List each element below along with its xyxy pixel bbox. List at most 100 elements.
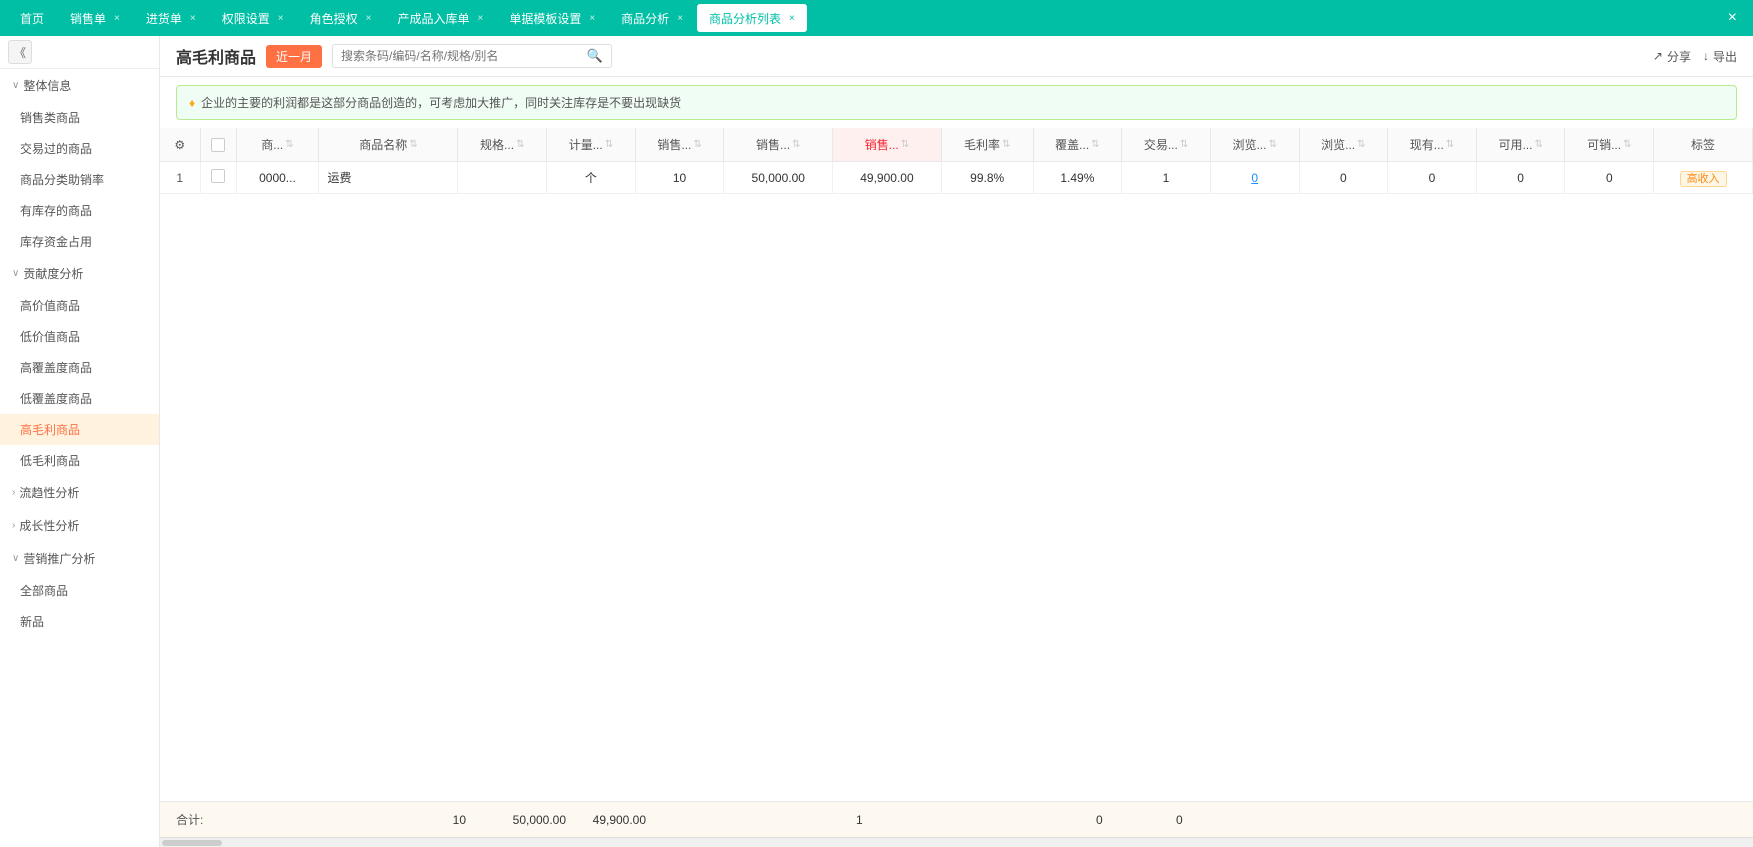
sidebar-item-sales-goods[interactable]: 销售类商品: [0, 102, 159, 133]
cell-available-stock: 0: [1476, 162, 1565, 194]
col-name: 商品名称 ⇅: [319, 128, 458, 162]
sidebar-item-low-margin[interactable]: 低毛利商品: [0, 445, 159, 476]
sort-icon[interactable]: ⇅: [409, 139, 417, 150]
nav-product-analysis[interactable]: 商品分析 ×: [609, 4, 695, 32]
sort-icon[interactable]: ⇅: [901, 139, 909, 150]
sort-icon[interactable]: ⇅: [285, 139, 293, 150]
nav-home[interactable]: 首页: [8, 4, 56, 32]
cell-checkbox[interactable]: [200, 162, 236, 194]
expand-icon: ∨: [12, 80, 19, 91]
cell-current-stock: 0: [1388, 162, 1477, 194]
nav-role-auth[interactable]: 角色授权 ×: [298, 4, 384, 32]
close-icon[interactable]: ×: [278, 13, 284, 24]
cell-margin-rate: 99.8%: [941, 162, 1033, 194]
sidebar-item-traded-goods[interactable]: 交易过的商品: [0, 133, 159, 164]
page-title: 高毛利商品: [176, 44, 256, 68]
cell-coverage: 1.49%: [1033, 162, 1122, 194]
col-index: ⚙: [160, 128, 200, 162]
sidebar-item-low-value[interactable]: 低价值商品: [0, 321, 159, 352]
sort-icon[interactable]: ⇅: [1002, 139, 1010, 150]
table-container[interactable]: ⚙ 商... ⇅ 商品名称: [160, 128, 1753, 801]
close-icon[interactable]: ×: [789, 13, 795, 24]
nav-product-inbound[interactable]: 产成品入库单 ×: [385, 4, 495, 32]
scrollbar-thumb[interactable]: [162, 840, 222, 846]
footer-spacer2: [659, 813, 739, 827]
sort-icon[interactable]: ⇅: [1623, 139, 1631, 150]
search-input[interactable]: [341, 49, 583, 63]
close-all-button[interactable]: ×: [1720, 9, 1745, 27]
sidebar: 《 ∨ 整体信息 销售类商品 交易过的商品 商品分类助销率 有库存的商品 库存资…: [0, 36, 160, 847]
footer-transaction: 1: [819, 813, 899, 827]
col-tag: 标签: [1654, 128, 1753, 162]
col-coverage: 覆盖... ⇅: [1033, 128, 1122, 162]
horizontal-scrollbar[interactable]: [160, 837, 1753, 847]
nav-product-analysis-list[interactable]: 商品分析列表 ×: [697, 4, 807, 32]
sidebar-group-contribution[interactable]: ∨ 贡献度分析: [0, 257, 159, 290]
expand-icon: ›: [12, 487, 15, 498]
cell-index: 1: [160, 162, 200, 194]
close-icon[interactable]: ×: [190, 13, 196, 24]
nav-sales[interactable]: 销售单 ×: [58, 4, 132, 32]
sidebar-group-marketing[interactable]: ∨ 营销推广分析: [0, 542, 159, 575]
export-button[interactable]: ↓ 导出: [1703, 48, 1737, 65]
col-sellable: 可销... ⇅: [1565, 128, 1654, 162]
sidebar-group-growth[interactable]: › 成长性分析: [0, 509, 159, 542]
sidebar-item-stock-capital[interactable]: 库存资金占用: [0, 226, 159, 257]
sidebar-item-high-margin[interactable]: 高毛利商品: [0, 414, 159, 445]
nav-purchase[interactable]: 进货单 ×: [134, 4, 208, 32]
close-icon[interactable]: ×: [677, 13, 683, 24]
share-button[interactable]: ↗ 分享: [1653, 48, 1691, 65]
sidebar-item-low-coverage[interactable]: 低覆盖度商品: [0, 383, 159, 414]
sidebar-item-new-goods[interactable]: 新品: [0, 606, 159, 637]
sort-icon[interactable]: ⇅: [516, 139, 524, 150]
tip-icon: ♦: [189, 96, 195, 110]
cell-name: 运费: [319, 162, 458, 194]
col-sales-qty: 销售... ⇅: [635, 128, 724, 162]
sort-icon[interactable]: ⇅: [1180, 139, 1188, 150]
sidebar-item-category-rate[interactable]: 商品分类助销率: [0, 164, 159, 195]
sort-icon[interactable]: ⇅: [693, 139, 701, 150]
col-sales-amount: 销售... ⇅: [724, 128, 833, 162]
cell-sales-amount: 50,000.00: [724, 162, 833, 194]
sidebar-item-in-stock-goods[interactable]: 有库存的商品: [0, 195, 159, 226]
sort-icon[interactable]: ⇅: [792, 139, 800, 150]
settings-icon[interactable]: ⚙: [174, 138, 185, 152]
header-actions: ↗ 分享 ↓ 导出: [1653, 48, 1737, 65]
sidebar-group-trend[interactable]: › 流趋性分析: [0, 476, 159, 509]
col-margin-rate: 毛利率 ⇅: [941, 128, 1033, 162]
sidebar-group-overall[interactable]: ∨ 整体信息: [0, 69, 159, 102]
table-row: 1 0000... 运费 个 10 50,000.00 49,900.00: [160, 162, 1753, 194]
close-icon[interactable]: ×: [589, 13, 595, 24]
cell-views1[interactable]: 0: [1210, 162, 1299, 194]
main-layout: 《 ∨ 整体信息 销售类商品 交易过的商品 商品分类助销率 有库存的商品 库存资…: [0, 36, 1753, 847]
expand-icon: ∨: [12, 553, 19, 564]
nav-template-settings[interactable]: 单据模板设置 ×: [497, 4, 607, 32]
search-icon[interactable]: 🔍: [587, 48, 603, 64]
sort-icon[interactable]: ⇅: [1357, 139, 1365, 150]
close-icon[interactable]: ×: [366, 13, 372, 24]
sidebar-item-all-goods[interactable]: 全部商品: [0, 575, 159, 606]
sort-icon[interactable]: ⇅: [1091, 139, 1099, 150]
close-icon[interactable]: ×: [477, 13, 483, 24]
sort-icon[interactable]: ⇅: [1534, 139, 1542, 150]
col-checkbox: [200, 128, 236, 162]
select-all-checkbox[interactable]: [211, 138, 225, 152]
col-views2: 浏览... ⇅: [1299, 128, 1388, 162]
nav-permissions[interactable]: 权限设置 ×: [210, 4, 296, 32]
col-sales-profit: 销售... ⇅: [833, 128, 942, 162]
footer-spacer3: [739, 813, 819, 827]
sidebar-item-high-value[interactable]: 高价值商品: [0, 290, 159, 321]
period-button[interactable]: 近一月: [266, 45, 322, 68]
table-footer: 合计: 10 50,000.00 49,900.00 1 0 0: [160, 801, 1753, 837]
sidebar-collapse-button[interactable]: 《: [8, 40, 32, 64]
sort-icon[interactable]: ⇅: [1446, 139, 1454, 150]
cell-tag: 高收入: [1654, 162, 1753, 194]
row-checkbox[interactable]: [211, 169, 225, 183]
sort-icon[interactable]: ⇅: [1268, 139, 1276, 150]
expand-icon: ∨: [12, 268, 19, 279]
footer-spacer4: [899, 813, 979, 827]
close-icon[interactable]: ×: [114, 13, 120, 24]
sort-icon[interactable]: ⇅: [605, 139, 613, 150]
export-icon: ↓: [1703, 49, 1709, 63]
sidebar-item-high-coverage[interactable]: 高覆盖度商品: [0, 352, 159, 383]
